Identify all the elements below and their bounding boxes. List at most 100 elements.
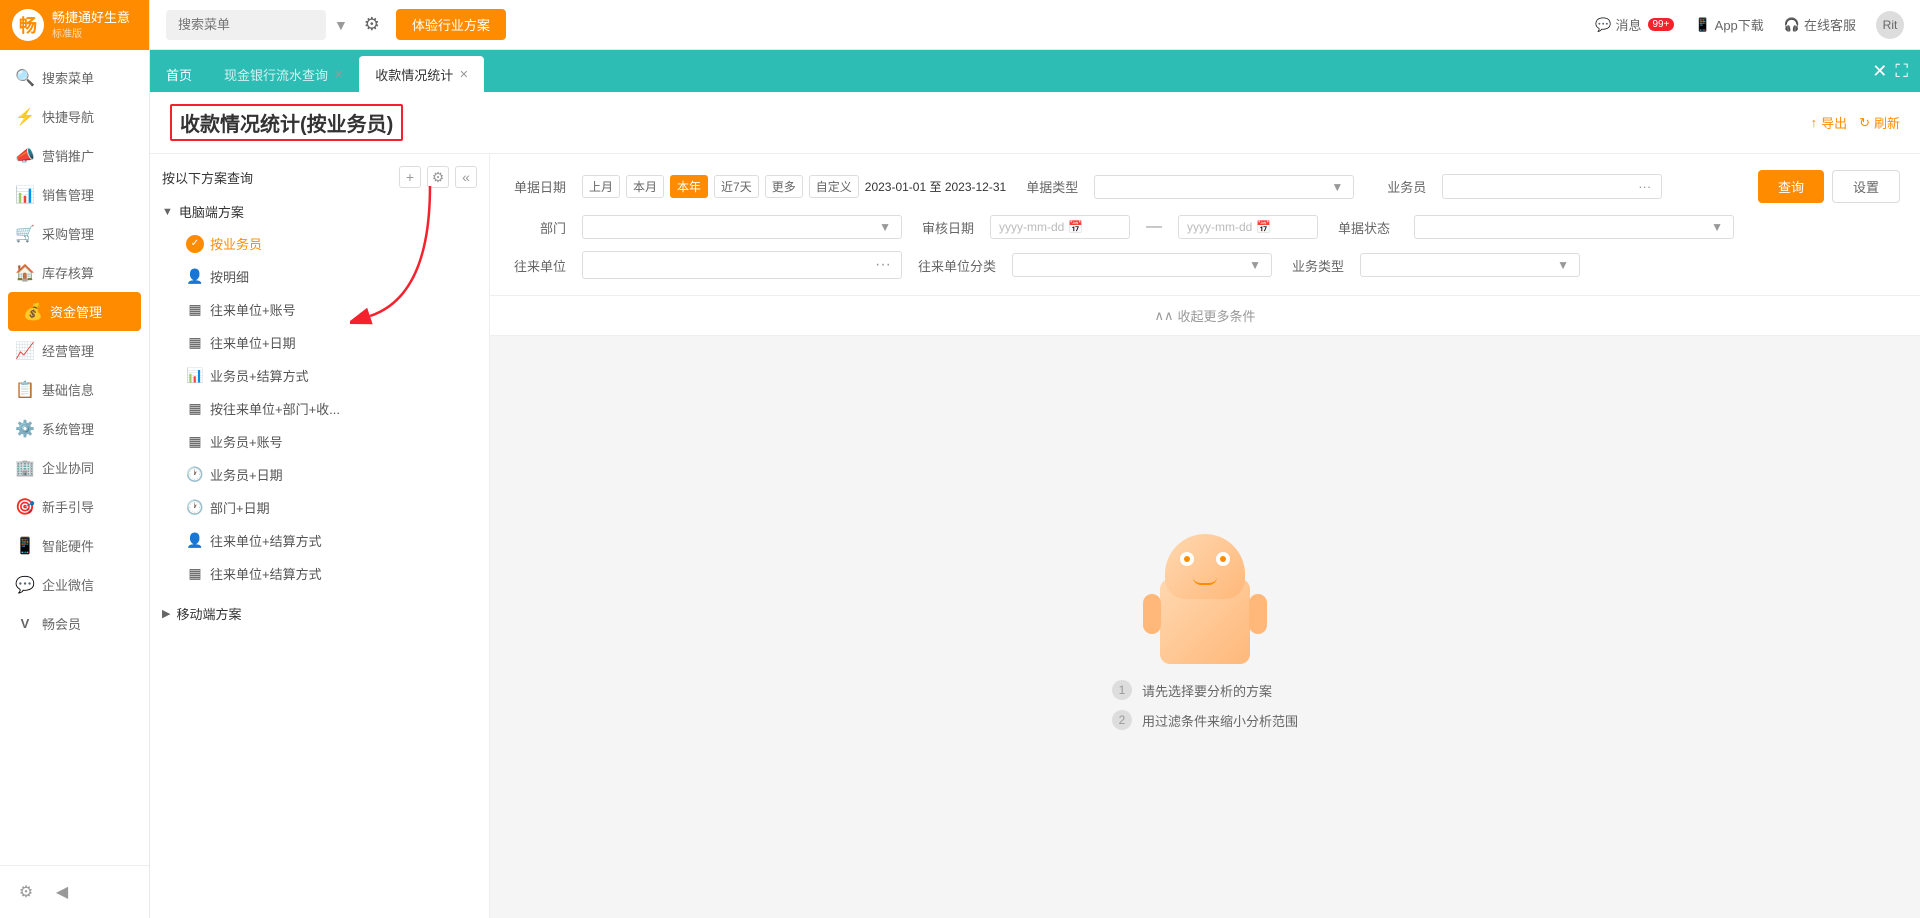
tree-item-label: 业务员+日期 [210, 465, 283, 484]
tree-item-partner-settle1[interactable]: 👤 往来单位+结算方式 [150, 524, 489, 557]
date-btn-more[interactable]: 更多 [765, 175, 803, 198]
review-date-from[interactable]: yyyy-mm-dd 📅 [990, 215, 1130, 239]
tab-receipts[interactable]: 收款情况统计 ✕ [359, 56, 484, 92]
right-panel: 1 请先选择要分析的方案 2 用过滤条件来缩小分析范围 [490, 336, 1920, 918]
date-btn-7days[interactable]: 近7天 [714, 175, 759, 198]
dept-select[interactable]: ▼ [582, 215, 902, 239]
sidebar-item-purchase[interactable]: 🛒 采购管理 [0, 214, 149, 253]
calendar-icon: 📅 [1068, 220, 1083, 234]
sidebar-item-inventory[interactable]: 🏠 库存核算 [0, 253, 149, 292]
salesperson-select[interactable]: ··· [1442, 174, 1662, 199]
sidebar-item-basic[interactable]: 📋 基础信息 [0, 370, 149, 409]
tree-item-partner-account[interactable]: ▦ 往来单位+账号 [150, 293, 489, 326]
tree-item-label: 往来单位+日期 [210, 333, 296, 352]
more-dots-icon: ··· [1638, 179, 1651, 194]
sidebar-item-marketing[interactable]: 📣 营销推广 [0, 136, 149, 175]
add-scheme-btn[interactable]: + [399, 166, 421, 188]
tree-item-salesperson-account[interactable]: ▦ 业务员+账号 [150, 425, 489, 458]
sidebar-nav: 🔍 搜索菜单 ⚡ 快捷导航 📣 营销推广 📊 销售管理 🛒 采购管理 🏠 库存核… [0, 50, 149, 865]
date-label: 单据日期 [510, 177, 566, 196]
tree-item-partner-date[interactable]: ▦ 往来单位+日期 [150, 326, 489, 359]
chevron-down-icon: ▼ [1331, 180, 1343, 194]
partner-select[interactable]: ··· [582, 251, 902, 279]
tree-item-partner-settle2[interactable]: ▦ 往来单位+结算方式 [150, 557, 489, 590]
tree-item-label: 往来单位+结算方式 [210, 531, 322, 550]
tree-item-label: 往来单位+账号 [210, 300, 296, 319]
collapse-icon[interactable]: ◀ [48, 878, 76, 906]
collapse-panel-btn[interactable]: « [455, 166, 477, 188]
date-btn-lastmonth[interactable]: 上月 [582, 175, 620, 198]
review-date-to[interactable]: yyyy-mm-dd 📅 [1178, 215, 1318, 239]
refresh-btn[interactable]: ↻ 刷新 [1859, 113, 1900, 132]
avatar[interactable]: Rit [1876, 11, 1904, 39]
sidebar-item-guide[interactable]: 🎯 新手引导 [0, 487, 149, 526]
app-download-label: App下载 [1715, 15, 1764, 34]
trial-btn[interactable]: 体验行业方案 [396, 9, 506, 40]
tree-group-pc[interactable]: ▼ 电脑端方案 [150, 196, 489, 227]
partner-category-select[interactable]: ▼ [1012, 253, 1272, 277]
sidebar-item-system[interactable]: ⚙️ 系统管理 [0, 409, 149, 448]
setting-icon: ⚙ [432, 169, 445, 186]
left-panel: 按以下方案查询 + ⚙ « [150, 154, 490, 918]
sidebar-item-sales[interactable]: 📊 销售管理 [0, 175, 149, 214]
sidebar-item-finance[interactable]: 💰 资金管理 [8, 292, 141, 331]
doc-status-select[interactable]: ▼ [1414, 215, 1734, 239]
body-top: 按以下方案查询 + ⚙ « [150, 154, 1920, 918]
settings-icon[interactable]: ⚙ [12, 878, 40, 906]
sidebar-item-hardware[interactable]: 📱 智能硬件 [0, 526, 149, 565]
date-btn-thismonth[interactable]: 本月 [626, 175, 664, 198]
doc-type-select[interactable]: ▼ [1094, 175, 1354, 199]
tree-item-salesperson-date[interactable]: 🕐 业务员+日期 [150, 458, 489, 491]
sidebar-item-label: 经营管理 [42, 341, 94, 360]
tab-home[interactable]: 首页 [150, 56, 208, 92]
sidebar-item-wechat[interactable]: 💬 企业微信 [0, 565, 149, 604]
tree-item-salesperson-settle[interactable]: 📊 业务员+结算方式 [150, 359, 489, 392]
panel-header: 按以下方案查询 + ⚙ « [150, 166, 489, 196]
chevron-down-icon[interactable]: ▼ [334, 17, 348, 33]
filter-action-btns: 查询 设置 [1758, 170, 1900, 203]
maximize-icon[interactable]: ⛶ [1895, 61, 1908, 82]
panel-header-icons: + ⚙ « [399, 166, 477, 188]
gear-icon[interactable]: ⚙ [356, 9, 388, 41]
purchase-icon: 🛒 [16, 225, 34, 243]
more-dots-icon: ··· [875, 256, 891, 274]
tree-item-dept-date[interactable]: 🕐 部门+日期 [150, 491, 489, 524]
tree-item-detail[interactable]: 👤 按明细 [150, 260, 489, 293]
tree-item-partner-dept[interactable]: ▦ 按往来单位+部门+收... [150, 392, 489, 425]
sidebar-item-quicknav[interactable]: ⚡ 快捷导航 [0, 97, 149, 136]
filter-panel: 单据日期 上月 本月 本年 近7天 更多 自定义 2023-01-01 至 20… [490, 154, 1920, 296]
sidebar-item-operations[interactable]: 📈 经营管理 [0, 331, 149, 370]
collapse-more-btn[interactable]: ∧∧ 收起更多条件 [490, 296, 1920, 336]
sidebar-item-enterprise[interactable]: 🏢 企业协同 [0, 448, 149, 487]
chevron-down-icon: ▼ [1249, 258, 1261, 272]
system-icon: ⚙️ [16, 420, 34, 438]
app-download-btn[interactable]: 📱 App下载 [1694, 15, 1763, 34]
date-btn-custom[interactable]: 自定义 [809, 175, 859, 198]
sidebar-item-member[interactable]: V 畅会员 [0, 604, 149, 643]
biz-type-select[interactable]: ▼ [1360, 253, 1580, 277]
online-service-btn[interactable]: 🎧 在线客服 [1784, 15, 1856, 34]
date-range-text: 2023-01-01 至 2023-12-31 [865, 178, 1006, 195]
message-btn[interactable]: 💬 消息 99+ [1595, 15, 1674, 34]
online-service-label: 在线客服 [1804, 15, 1856, 34]
collapse-left-icon: « [462, 169, 470, 185]
close-window-icon[interactable]: ✕ [1872, 61, 1887, 82]
tree-group-mobile[interactable]: ▶ 移动端方案 [150, 598, 489, 629]
query-btn[interactable]: 查询 [1758, 170, 1824, 203]
tab-close-icon[interactable]: ✕ [334, 68, 343, 81]
export-btn[interactable]: ↑ 导出 [1811, 113, 1848, 132]
date-btn-thisyear[interactable]: 本年 [670, 175, 708, 198]
tab-close-icon[interactable]: ✕ [459, 68, 468, 81]
search-input[interactable] [166, 10, 326, 40]
tree-section-mobile: ▶ 移动端方案 [150, 598, 489, 637]
tab-home-label: 首页 [166, 65, 192, 84]
message-badge: 99+ [1648, 18, 1675, 31]
tab-bank[interactable]: 现金银行流水查询 ✕ [208, 56, 359, 92]
robot-eye-left [1180, 552, 1194, 566]
tree-item-salesperson[interactable]: ✓ 按业务员 [150, 227, 489, 260]
sidebar-item-label: 企业微信 [42, 575, 94, 594]
sidebar-item-search[interactable]: 🔍 搜索菜单 [0, 58, 149, 97]
set-btn[interactable]: 设置 [1832, 170, 1900, 203]
setting-scheme-btn[interactable]: ⚙ [427, 166, 449, 188]
finance-icon: 💰 [24, 303, 42, 321]
